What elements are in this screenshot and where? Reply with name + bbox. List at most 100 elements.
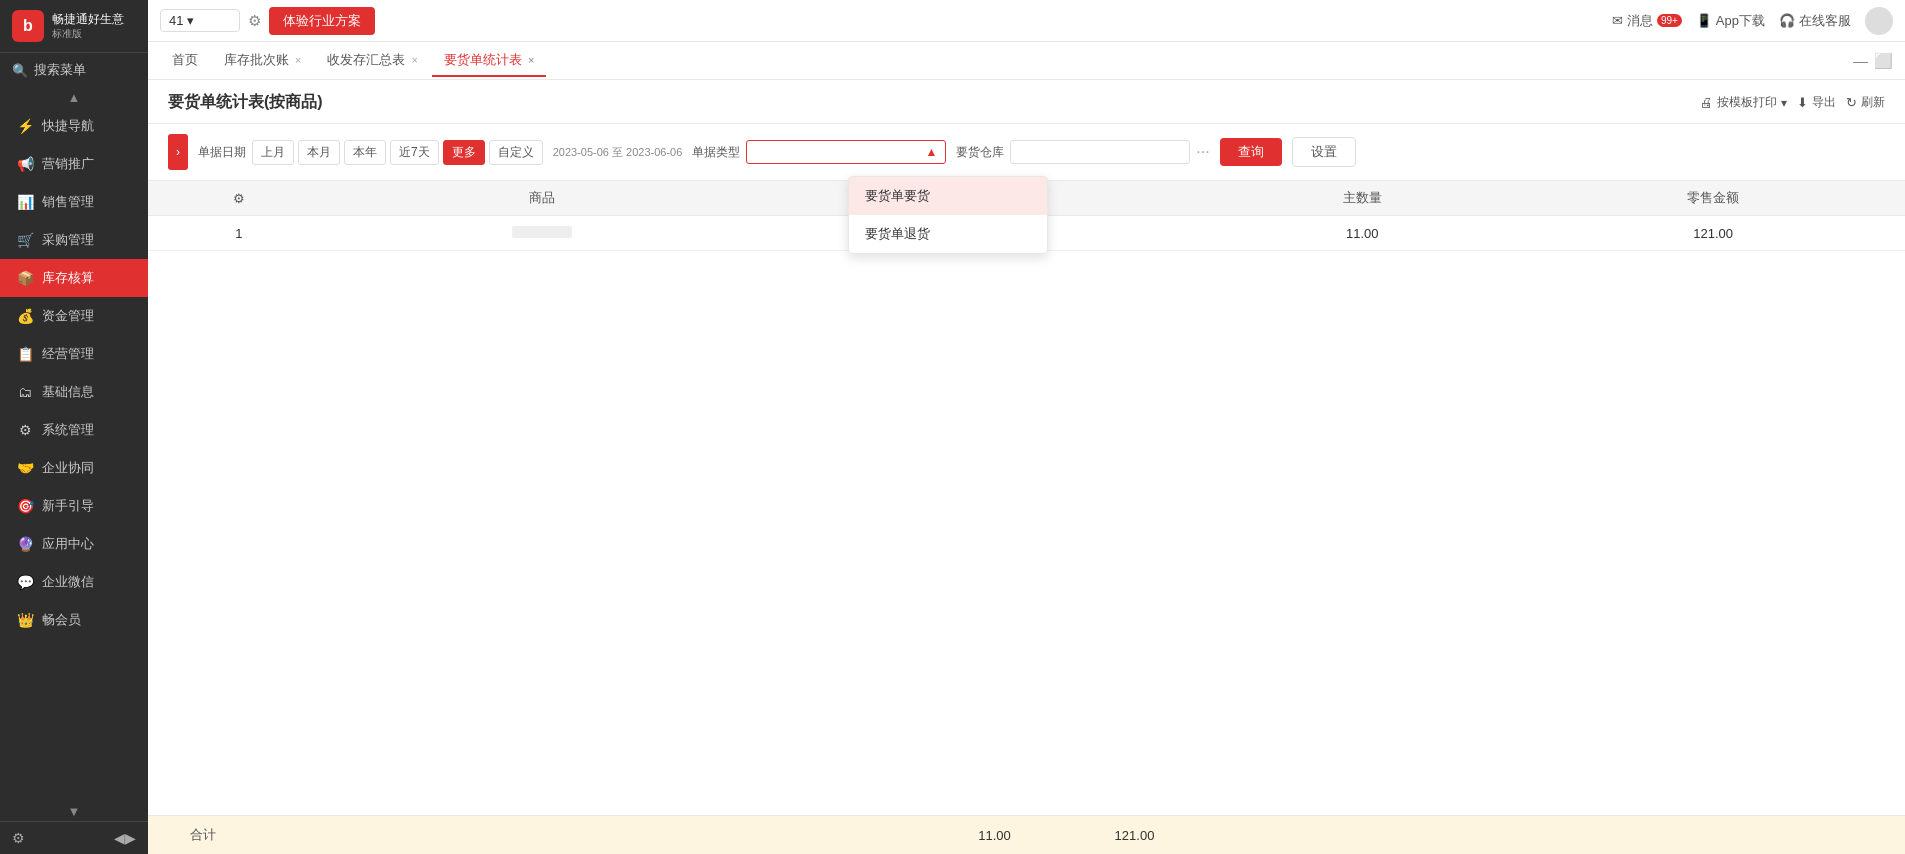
footer-total-label: 合计 (160, 826, 216, 844)
cell-no: 1 (148, 216, 330, 251)
tab-close-order-stats[interactable]: × (528, 54, 534, 66)
sidebar-item-finance[interactable]: 💰 资金管理 (0, 297, 148, 335)
chevron-down-icon: ▾ (187, 13, 194, 28)
page-header-actions: 🖨 按模板打印 ▾ ⬇ 导出 ↻ 刷新 (1700, 94, 1885, 121)
collapse-icon[interactable]: ◀▶ (114, 830, 136, 846)
sidebar-scroll-up[interactable]: ▲ (0, 87, 148, 107)
inventory-icon: 📦 (16, 270, 34, 286)
sidebar: b 畅捷通好生意 标准版 🔍 搜索菜单 ▲ ⚡ 快捷导航 📢 营销推广 📊 销售… (0, 0, 148, 854)
sidebar-item-quick-nav[interactable]: ⚡ 快捷导航 (0, 107, 148, 145)
print-icon: 🖨 (1700, 95, 1713, 110)
doc-type-filter-group: 单据类型 ▲ (692, 140, 946, 164)
doc-type-dropdown-popup: 要货单要货 要货单退货 (848, 176, 1048, 254)
warehouse-more-icon[interactable]: ··· (1196, 143, 1209, 161)
doc-type-arrow-icon: ▲ (925, 145, 937, 159)
sidebar-item-member[interactable]: 👑 畅会员 (0, 601, 148, 639)
app-center-icon: 🔮 (16, 536, 34, 552)
tab-close-recv-summary[interactable]: × (411, 54, 417, 66)
footer-amount: 121.00 (1075, 828, 1195, 843)
date-custom-btn[interactable]: 自定义 (489, 140, 543, 165)
settings-icon[interactable]: ⚙ (12, 830, 25, 846)
page-header: 要货单统计表(按商品) 🖨 按模板打印 ▾ ⬇ 导出 ↻ 刷新 (148, 80, 1905, 124)
sidebar-item-system[interactable]: ⚙ 系统管理 (0, 411, 148, 449)
operations-icon: 📋 (16, 346, 34, 362)
col-goods: 商品 (330, 181, 754, 216)
warehouse-filter-group: 要货仓库 ··· (956, 140, 1209, 164)
tab-recv-summary[interactable]: 收发存汇总表 × (315, 45, 429, 77)
date-prev-month-btn[interactable]: 上月 (252, 140, 294, 165)
date-options: 上月 本月 本年 近7天 更多 自定义 (252, 140, 543, 165)
dropdown-option-order-return[interactable]: 要货单退货 (849, 215, 1047, 253)
sales-icon: 📊 (16, 194, 34, 210)
phone-icon: 📱 (1696, 13, 1712, 28)
date-7days-btn[interactable]: 近7天 (390, 140, 439, 165)
col-settings[interactable]: ⚙ (148, 181, 330, 216)
sidebar-item-wechat[interactable]: 💬 企业微信 (0, 563, 148, 601)
sidebar-scroll-down[interactable]: ▼ (0, 801, 148, 821)
user-avatar[interactable] (1865, 7, 1893, 35)
messages-btn[interactable]: ✉ 消息 99+ (1612, 12, 1682, 30)
tab-close-batch-account[interactable]: × (295, 54, 301, 66)
enterprise-icon: 🤝 (16, 460, 34, 476)
export-icon: ⬇ (1797, 95, 1808, 110)
topbar-gear-icon[interactable]: ⚙ (248, 12, 261, 30)
main-area: 41 ▾ ⚙ 体验行业方案 ✉ 消息 99+ 📱 App下载 🎧 在线客服 (148, 0, 1905, 854)
table-container: ⚙ 商品 主计量单位 主数量 零售金额 1 块 11.00 (148, 181, 1905, 815)
sidebar-search[interactable]: 🔍 搜索菜单 (0, 53, 148, 87)
print-chevron-icon: ▾ (1781, 96, 1787, 110)
system-icon: ⚙ (16, 422, 34, 438)
table-footer: 合计 11.00 121.00 (148, 815, 1905, 854)
search-icon: 🔍 (12, 63, 28, 78)
wechat-icon: 💬 (16, 574, 34, 590)
sidebar-item-operations[interactable]: 📋 经营管理 (0, 335, 148, 373)
tab-batch-account[interactable]: 库存批次账 × (212, 45, 313, 77)
sidebar-item-app-center[interactable]: 🔮 应用中心 (0, 525, 148, 563)
topbar: 41 ▾ ⚙ 体验行业方案 ✉ 消息 99+ 📱 App下载 🎧 在线客服 (148, 0, 1905, 42)
date-this-month-btn[interactable]: 本月 (298, 140, 340, 165)
tab-home[interactable]: 首页 (160, 45, 210, 77)
basic-info-icon: 🗂 (16, 384, 34, 400)
sidebar-item-purchase[interactable]: 🛒 采购管理 (0, 221, 148, 259)
refresh-btn[interactable]: ↻ 刷新 (1846, 94, 1885, 111)
date-more-btn[interactable]: 更多 (443, 140, 485, 165)
query-btn[interactable]: 查询 (1220, 138, 1282, 166)
doc-type-dropdown[interactable]: ▲ (746, 140, 946, 164)
message-icon: ✉ (1612, 13, 1623, 28)
sidebar-item-guide[interactable]: 🎯 新手引导 (0, 487, 148, 525)
page-title: 要货单统计表(按商品) (168, 92, 323, 123)
sidebar-item-sales[interactable]: 📊 销售管理 (0, 183, 148, 221)
industry-btn[interactable]: 体验行业方案 (269, 7, 375, 35)
app-download-btn[interactable]: 📱 App下载 (1696, 12, 1765, 30)
export-btn[interactable]: ⬇ 导出 (1797, 94, 1836, 111)
warehouse-input[interactable] (1010, 140, 1190, 164)
filter-bar: › 单据日期 上月 本月 本年 近7天 更多 自定义 2023-05-06 至 … (148, 124, 1905, 181)
sidebar-logo: b 畅捷通好生意 标准版 (0, 0, 148, 53)
sidebar-item-basic-info[interactable]: 🗂 基础信息 (0, 373, 148, 411)
purchase-icon: 🛒 (16, 232, 34, 248)
cell-goods (330, 216, 754, 251)
tab-order-stats[interactable]: 要货单统计表 × (432, 45, 546, 77)
sidebar-item-inventory[interactable]: 📦 库存核算 (0, 259, 148, 297)
headset-icon: 🎧 (1779, 13, 1795, 28)
quick-nav-icon: ⚡ (16, 118, 34, 134)
dropdown-option-order-goods[interactable]: 要货单要货 (849, 177, 1047, 215)
topbar-right: ✉ 消息 99+ 📱 App下载 🎧 在线客服 (1612, 7, 1893, 35)
sidebar-item-marketing[interactable]: 📢 营销推广 (0, 145, 148, 183)
sidebar-nav: ⚡ 快捷导航 📢 营销推广 📊 销售管理 🛒 采购管理 📦 库存核算 💰 资金管… (0, 107, 148, 801)
footer-quantity: 11.00 (915, 828, 1075, 843)
date-this-year-btn[interactable]: 本年 (344, 140, 386, 165)
settings-btn[interactable]: 设置 (1292, 137, 1356, 167)
tabs-right: — ⬜ (1853, 52, 1893, 70)
store-selector[interactable]: 41 ▾ (160, 9, 240, 32)
sidebar-item-enterprise[interactable]: 🤝 企业协同 (0, 449, 148, 487)
col-amount: 零售金额 (1521, 181, 1905, 216)
print-btn[interactable]: 🖨 按模板打印 ▾ (1700, 94, 1787, 111)
finance-icon: 💰 (16, 308, 34, 324)
online-service-btn[interactable]: 🎧 在线客服 (1779, 12, 1851, 30)
tab-maximize-icon[interactable]: ⬜ (1874, 52, 1893, 70)
tab-minimize-icon[interactable]: — (1853, 52, 1868, 69)
app-name: 畅捷通好生意 标准版 (52, 12, 124, 41)
col-quantity: 主数量 (1203, 181, 1521, 216)
cell-amount: 121.00 (1521, 216, 1905, 251)
filter-expand-btn[interactable]: › (168, 134, 188, 170)
